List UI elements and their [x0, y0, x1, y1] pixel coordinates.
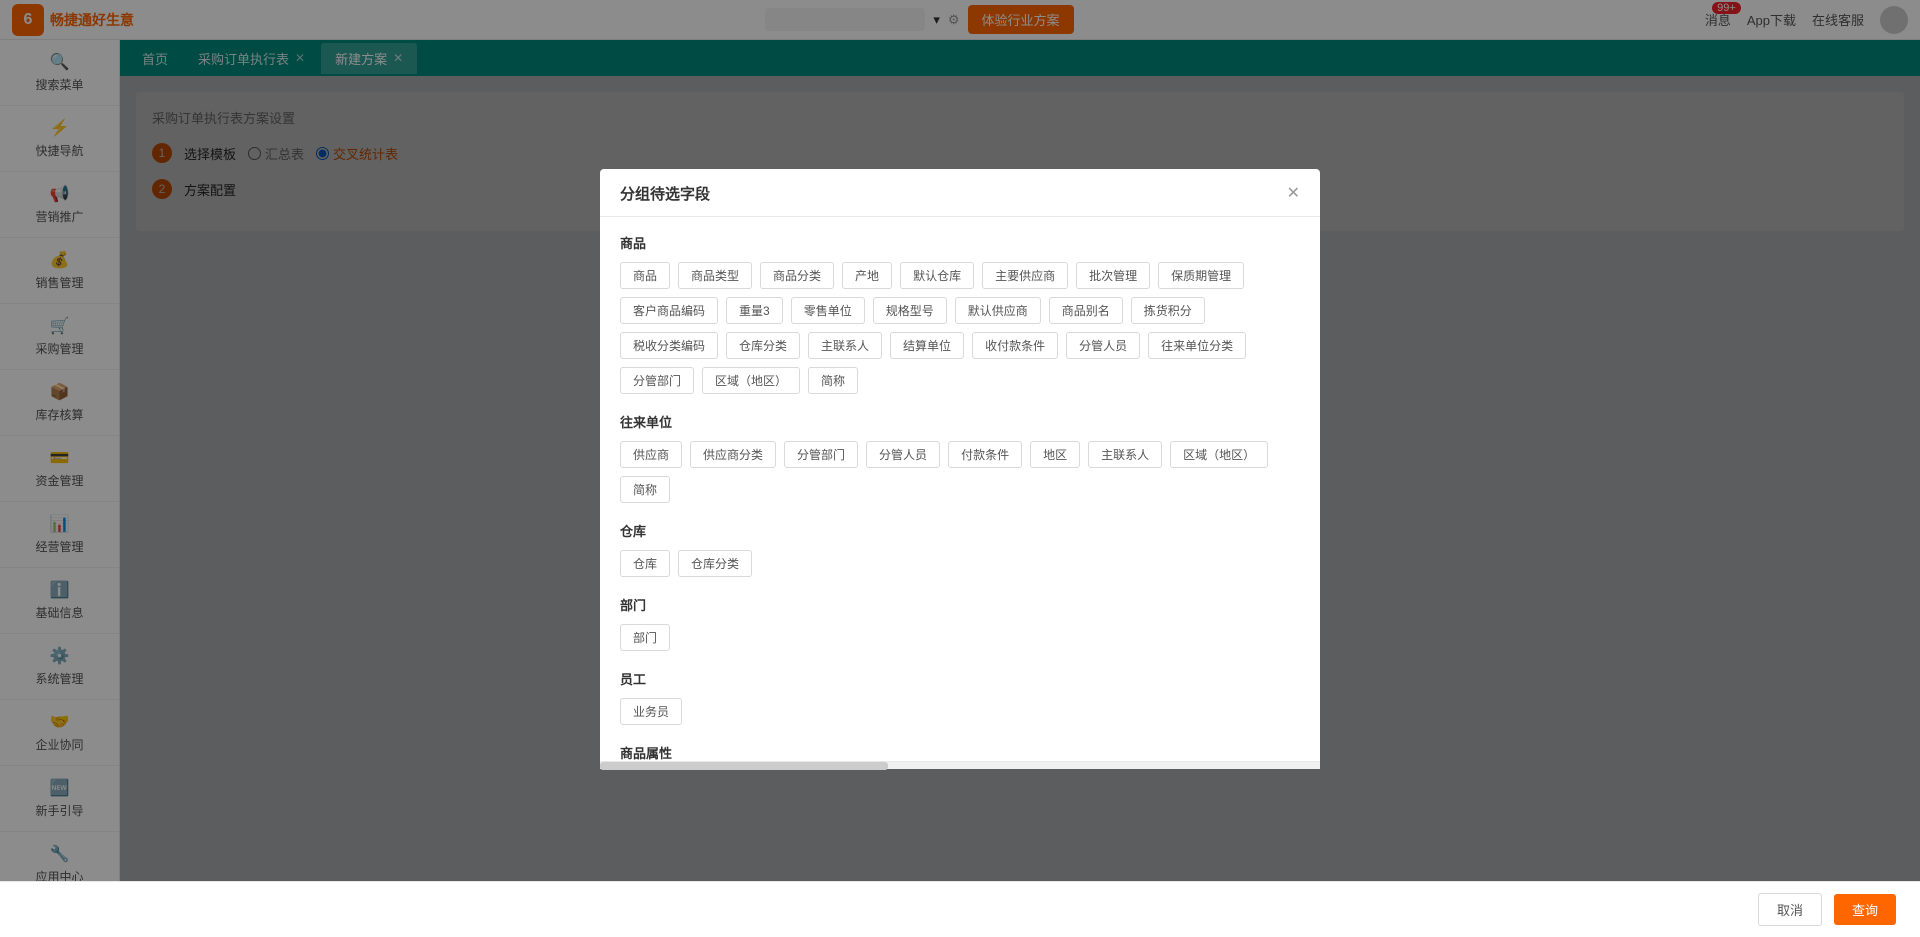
modal-dialog: 分组待选字段 ✕ 商品商品商品类型商品分类产地默认仓库主要供应商批次管理保质期管… — [600, 169, 1320, 769]
field-tag-2-1[interactable]: 仓库分类 — [678, 550, 752, 577]
field-section-3: 部门部门 — [620, 595, 1300, 651]
field-section-5: 商品属性属性颜色多规格尺码鞋码1 — [620, 743, 1300, 761]
field-tag-0-9[interactable]: 重量3 — [726, 297, 783, 324]
field-section-2: 仓库仓库仓库分类 — [620, 521, 1300, 577]
section-title-4: 员工 — [620, 669, 1300, 688]
field-tag-0-24[interactable]: 简称 — [808, 367, 858, 394]
field-tag-0-16[interactable]: 仓库分类 — [726, 332, 800, 359]
field-tag-1-0[interactable]: 供应商 — [620, 441, 682, 468]
field-tag-0-2[interactable]: 商品分类 — [760, 262, 834, 289]
modal-title: 分组待选字段 — [620, 183, 710, 204]
modal-header: 分组待选字段 ✕ — [600, 169, 1320, 217]
field-tag-0-17[interactable]: 主联系人 — [808, 332, 882, 359]
field-tag-1-1[interactable]: 供应商分类 — [690, 441, 776, 468]
field-tag-0-13[interactable]: 商品别名 — [1049, 297, 1123, 324]
field-tags-2: 仓库仓库分类 — [620, 550, 1300, 577]
field-tag-0-14[interactable]: 拣货积分 — [1131, 297, 1205, 324]
modal-overlay: 分组待选字段 ✕ 商品商品商品类型商品分类产地默认仓库主要供应商批次管理保质期管… — [0, 0, 1920, 937]
field-tag-1-4[interactable]: 付款条件 — [948, 441, 1022, 468]
section-title-3: 部门 — [620, 595, 1300, 614]
confirm-button[interactable]: 查询 — [1834, 894, 1896, 925]
field-tag-3-0[interactable]: 部门 — [620, 624, 670, 651]
modal-close-button[interactable]: ✕ — [1287, 183, 1300, 203]
field-tag-0-6[interactable]: 批次管理 — [1076, 262, 1150, 289]
cancel-button[interactable]: 取消 — [1758, 893, 1822, 926]
field-tag-0-3[interactable]: 产地 — [842, 262, 892, 289]
field-section-4: 员工业务员 — [620, 669, 1300, 725]
field-tags-3: 部门 — [620, 624, 1300, 651]
field-tag-0-12[interactable]: 默认供应商 — [955, 297, 1041, 324]
field-tag-0-21[interactable]: 往来单位分类 — [1148, 332, 1246, 359]
field-section-0: 商品商品商品类型商品分类产地默认仓库主要供应商批次管理保质期管理客户商品编码重量… — [620, 233, 1300, 394]
field-tag-0-19[interactable]: 收付款条件 — [972, 332, 1058, 359]
field-tag-0-10[interactable]: 零售单位 — [791, 297, 865, 324]
field-tag-0-18[interactable]: 结算单位 — [890, 332, 964, 359]
field-tag-0-1[interactable]: 商品类型 — [678, 262, 752, 289]
field-tag-0-4[interactable]: 默认仓库 — [900, 262, 974, 289]
section-title-0: 商品 — [620, 233, 1300, 252]
hscroll-thumb — [600, 762, 888, 770]
field-tag-0-23[interactable]: 区域（地区） — [702, 367, 800, 394]
modal-body[interactable]: 商品商品商品类型商品分类产地默认仓库主要供应商批次管理保质期管理客户商品编码重量… — [600, 217, 1320, 761]
field-tag-1-5[interactable]: 地区 — [1030, 441, 1080, 468]
field-tag-1-8[interactable]: 简称 — [620, 476, 670, 503]
field-tag-1-2[interactable]: 分管部门 — [784, 441, 858, 468]
field-tag-0-7[interactable]: 保质期管理 — [1158, 262, 1244, 289]
field-tags-0: 商品商品类型商品分类产地默认仓库主要供应商批次管理保质期管理客户商品编码重量3 零… — [620, 262, 1300, 394]
field-tag-0-0[interactable]: 商品 — [620, 262, 670, 289]
section-title-5: 商品属性 — [620, 743, 1300, 761]
field-tag-0-15[interactable]: 税收分类编码 — [620, 332, 718, 359]
field-tag-0-11[interactable]: 规格型号 — [873, 297, 947, 324]
modal-horizontal-scrollbar[interactable] — [600, 761, 1320, 769]
field-tag-1-6[interactable]: 主联系人 — [1088, 441, 1162, 468]
modal-footer: 取消 查询 — [0, 881, 1920, 937]
section-title-1: 往来单位 — [620, 412, 1300, 431]
field-tag-2-0[interactable]: 仓库 — [620, 550, 670, 577]
field-tag-4-0[interactable]: 业务员 — [620, 698, 682, 725]
field-tag-0-22[interactable]: 分管部门 — [620, 367, 694, 394]
field-tag-0-8[interactable]: 客户商品编码 — [620, 297, 718, 324]
field-tags-4: 业务员 — [620, 698, 1300, 725]
field-tag-0-20[interactable]: 分管人员 — [1066, 332, 1140, 359]
field-tag-1-3[interactable]: 分管人员 — [866, 441, 940, 468]
field-tag-0-5[interactable]: 主要供应商 — [982, 262, 1068, 289]
field-tag-1-7[interactable]: 区域（地区） — [1170, 441, 1268, 468]
section-title-2: 仓库 — [620, 521, 1300, 540]
field-section-1: 往来单位供应商供应商分类分管部门分管人员付款条件地区主联系人区域（地区） 简称 — [620, 412, 1300, 503]
field-tags-1: 供应商供应商分类分管部门分管人员付款条件地区主联系人区域（地区） 简称 — [620, 441, 1300, 503]
